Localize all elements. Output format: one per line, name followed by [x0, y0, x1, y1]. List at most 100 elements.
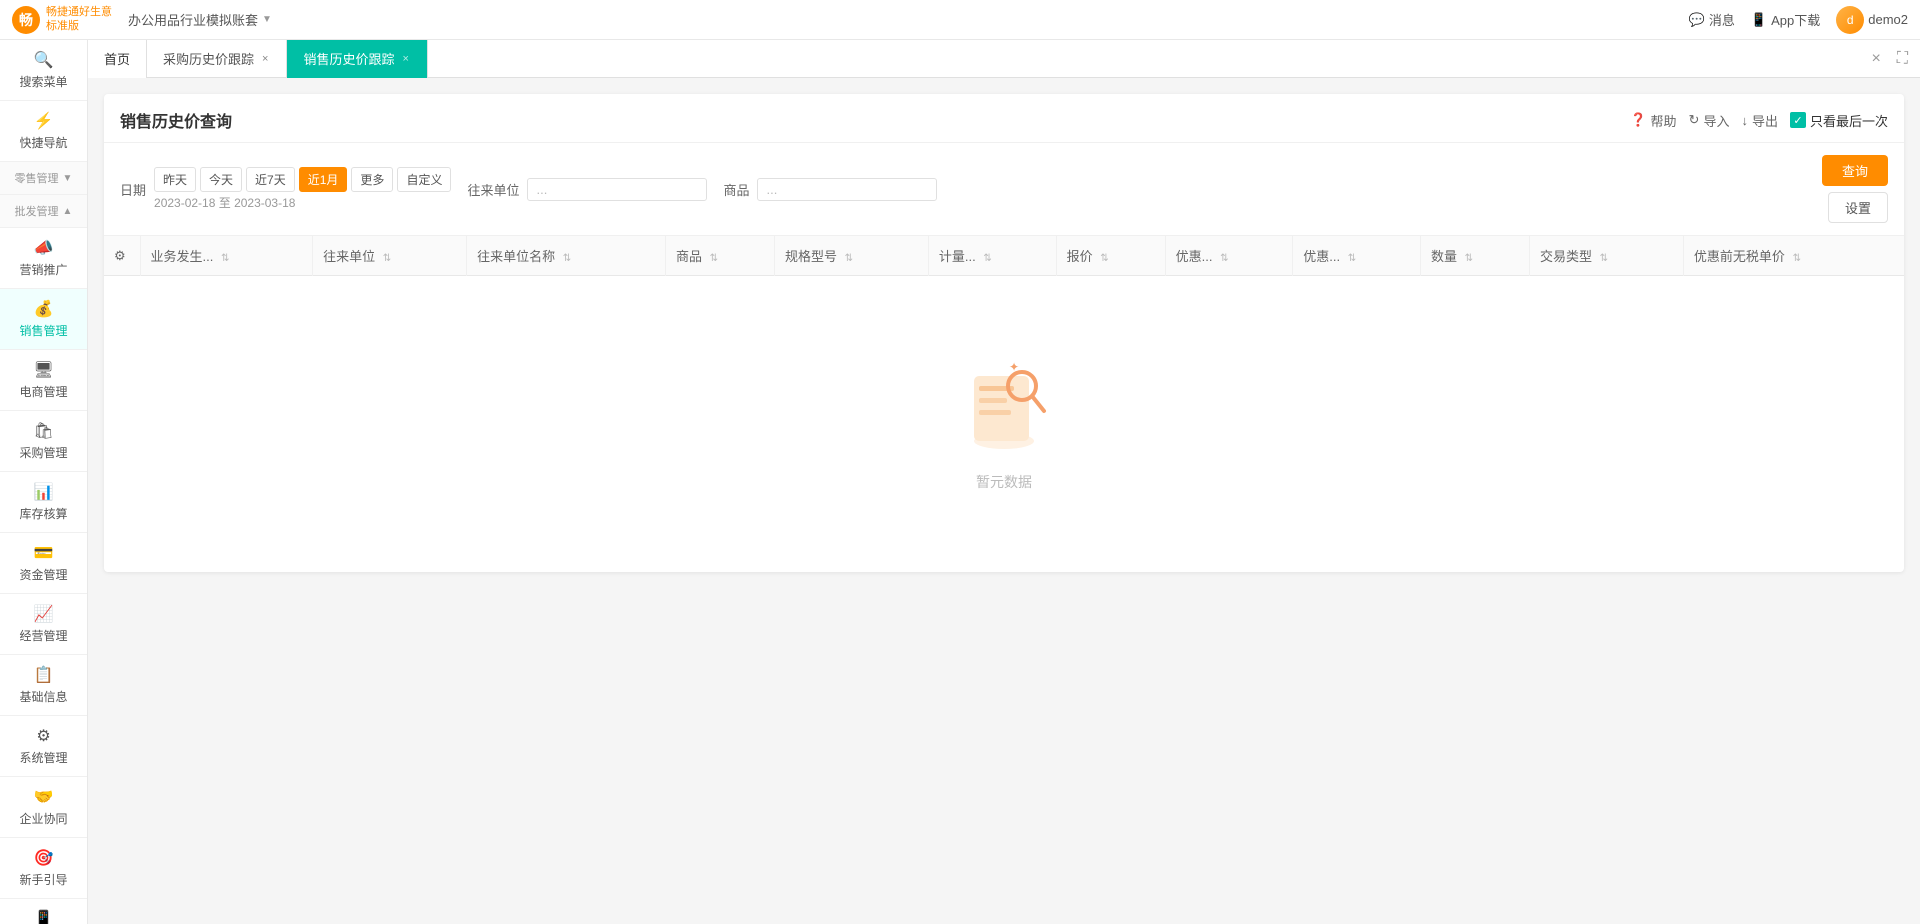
date-btn-1month[interactable]: 近1月 — [299, 167, 348, 192]
sidebar-item-newbie-guide[interactable]: 🎯 新手引导 — [0, 838, 87, 899]
sidebar-item-label: 经营管理 — [19, 627, 67, 644]
svg-text:✦: ✦ — [1009, 360, 1019, 374]
sidebar-item-inventory-check[interactable]: 📊 库存核算 — [0, 472, 87, 533]
import-icon: ↻ — [1689, 112, 1700, 128]
message-action[interactable]: 💬 消息 — [1689, 10, 1735, 29]
message-icon: 💬 — [1689, 12, 1705, 28]
filter-goods-group: 商品 ... — [723, 178, 937, 201]
col-biz-date[interactable]: 业务发生... ⇅ — [140, 236, 313, 276]
sort-icon: ⇅ — [1600, 253, 1608, 264]
check-icon: ✓ — [1793, 114, 1802, 127]
help-icon: ❓ — [1630, 112, 1646, 128]
ecommerce-icon: 🖥 — [33, 360, 53, 380]
sidebar-item-app-center[interactable]: 📱 应用中心 — [0, 899, 87, 924]
sidebar-item-marketing[interactable]: 📣 营销推广 — [0, 228, 87, 289]
sort-icon: ⇅ — [845, 253, 853, 264]
col-partner-name[interactable]: 往来单位名称 ⇅ — [467, 236, 666, 276]
tab-fullscreen-btn[interactable]: ⛶ — [1893, 46, 1912, 72]
col-trade-type-label: 交易类型 — [1540, 249, 1592, 264]
checkbox-icon[interactable]: ✓ — [1790, 112, 1806, 128]
avatar: d — [1836, 6, 1864, 34]
app-selector-text: 办公用品行业模拟账套 — [128, 10, 258, 29]
tab-home-label: 首页 — [104, 49, 130, 68]
app-download-action[interactable]: 📱 App下载 — [1751, 10, 1820, 29]
col-partner-code[interactable]: 往来单位 ⇅ — [313, 236, 467, 276]
date-btn-today[interactable]: 今天 — [200, 167, 242, 192]
top-bar: 畅 畅捷通好生意 标准版 办公用品行业模拟账套 ▼ 💬 消息 📱 App下载 d… — [0, 0, 1920, 40]
sort-icon: ⇅ — [221, 253, 229, 264]
sidebar-item-finance-mgmt[interactable]: 💳 资金管理 — [0, 533, 87, 594]
empty-state: ✦ 暂元数据 — [104, 276, 1904, 572]
sidebar-item-label: 采购管理 — [19, 444, 67, 461]
main-layout: 🔍 搜索菜单 ⚡ 快捷导航 零售管理 ▼ 批发管理 ▲ 📣 营销推广 💰 销售管… — [0, 40, 1920, 924]
tab-purchase-history[interactable]: 采购历史价跟踪 × — [147, 40, 287, 78]
col-discount1[interactable]: 优惠... ⇅ — [1165, 236, 1293, 276]
sidebar-item-quick-nav[interactable]: ⚡ 快捷导航 — [0, 101, 87, 162]
sidebar-item-basic-info[interactable]: 📋 基础信息 — [0, 655, 87, 716]
query-button[interactable]: 查询 — [1822, 155, 1888, 186]
tab-bar: 首页 采购历史价跟踪 × 销售历史价跟踪 × × ⛶ — [88, 40, 1920, 78]
sidebar-item-label: 新手引导 — [19, 871, 67, 888]
tab-close-sales[interactable]: × — [400, 53, 410, 65]
sidebar-item-retail-mgmt[interactable]: 零售管理 ▼ — [0, 162, 87, 195]
sort-icon: ⇅ — [1793, 253, 1801, 264]
sort-icon: ⇅ — [983, 253, 991, 264]
app-selector[interactable]: 办公用品行业模拟账套 ▼ — [120, 6, 280, 33]
col-spec[interactable]: 规格型号 ⇅ — [774, 236, 928, 276]
date-btn-custom[interactable]: 自定义 — [397, 167, 451, 192]
partner-input[interactable]: ... — [527, 178, 707, 201]
date-btn-7days[interactable]: 近7天 — [246, 167, 295, 192]
col-goods[interactable]: 商品 ⇅ — [665, 236, 774, 276]
date-btn-more[interactable]: 更多 — [351, 167, 393, 192]
sidebar-item-label: 资金管理 — [19, 566, 67, 583]
page-header: 销售历史价查询 ❓ 帮助 ↻ 导入 ↓ 导出 — [104, 94, 1904, 143]
goods-placeholder: ... — [766, 182, 777, 197]
settings-button[interactable]: 设置 — [1828, 192, 1888, 223]
purchase-icon: 🛍 — [33, 421, 53, 441]
date-btn-yesterday[interactable]: 昨天 — [154, 167, 196, 192]
sidebar-item-sales-mgmt[interactable]: 💰 销售管理 — [0, 289, 87, 350]
logo-text: 畅捷通好生意 标准版 — [46, 6, 112, 32]
only-last-checkbox[interactable]: ✓ 只看最后一次 — [1790, 111, 1888, 130]
col-settings[interactable]: ⚙ — [104, 236, 140, 276]
tab-close-all-btn[interactable]: × — [1867, 46, 1884, 72]
col-discount2[interactable]: 优惠... ⇅ — [1293, 236, 1421, 276]
sidebar-item-label: 批发管理 — [15, 203, 59, 219]
export-btn[interactable]: ↓ 导出 — [1741, 111, 1778, 130]
tab-sales-history[interactable]: 销售历史价跟踪 × — [287, 40, 427, 78]
app-center-icon: 📱 — [34, 909, 54, 924]
tab-close-purchase[interactable]: × — [260, 53, 270, 65]
user-profile[interactable]: d demo2 — [1836, 6, 1908, 34]
logo-icon: 畅 — [12, 6, 40, 34]
date-label: 日期 — [120, 180, 146, 199]
import-btn[interactable]: ↻ 导入 — [1689, 111, 1730, 130]
goods-input[interactable]: ... — [757, 178, 937, 201]
sidebar-item-operation-mgmt[interactable]: 📈 经营管理 — [0, 594, 87, 655]
col-qty[interactable]: 数量 ⇅ — [1421, 236, 1530, 276]
sidebar-item-purchase-mgmt[interactable]: 🛍 采购管理 — [0, 411, 87, 472]
col-quote[interactable]: 报价 ⇅ — [1056, 236, 1165, 276]
sidebar-item-search-menu[interactable]: 🔍 搜索菜单 — [0, 40, 87, 101]
help-btn[interactable]: ❓ 帮助 — [1630, 111, 1676, 130]
col-pretax-price[interactable]: 优惠前无税单价 ⇅ — [1683, 236, 1904, 276]
table-header-row: ⚙ 业务发生... ⇅ 往来单位 ⇅ — [104, 236, 1904, 276]
col-spec-label: 规格型号 — [785, 249, 837, 264]
sidebar-item-system-mgmt[interactable]: ⚙ 系统管理 — [0, 716, 87, 777]
guide-icon: 🎯 — [34, 848, 54, 868]
tab-sales-history-label: 销售历史价跟踪 — [303, 49, 394, 68]
sidebar-item-ecommerce-mgmt[interactable]: 🖥 电商管理 — [0, 350, 87, 411]
sidebar-item-enterprise-coop[interactable]: 🤝 企业协同 — [0, 777, 87, 838]
sidebar-item-wholesale-mgmt[interactable]: 批发管理 ▲ — [0, 195, 87, 228]
sidebar: 🔍 搜索菜单 ⚡ 快捷导航 零售管理 ▼ 批发管理 ▲ 📣 营销推广 💰 销售管… — [0, 40, 88, 924]
col-qty-label: 数量 — [1431, 249, 1457, 264]
sidebar-item-label: 销售管理 — [19, 322, 67, 339]
top-bar-right: 💬 消息 📱 App下载 d demo2 — [1689, 6, 1908, 34]
logo-area: 畅 畅捷通好生意 标准版 — [12, 6, 112, 34]
filter-right-actions: 查询 设置 — [1822, 155, 1888, 223]
col-unit[interactable]: 计量... ⇅ — [928, 236, 1056, 276]
content-area: 首页 采购历史价跟踪 × 销售历史价跟踪 × × ⛶ 销售历史价查询 — [88, 40, 1920, 924]
sort-icon: ⇅ — [1465, 253, 1473, 264]
tab-home[interactable]: 首页 — [88, 40, 147, 78]
chevron-down-icon: ▼ — [262, 14, 272, 25]
col-trade-type[interactable]: 交易类型 ⇅ — [1529, 236, 1683, 276]
